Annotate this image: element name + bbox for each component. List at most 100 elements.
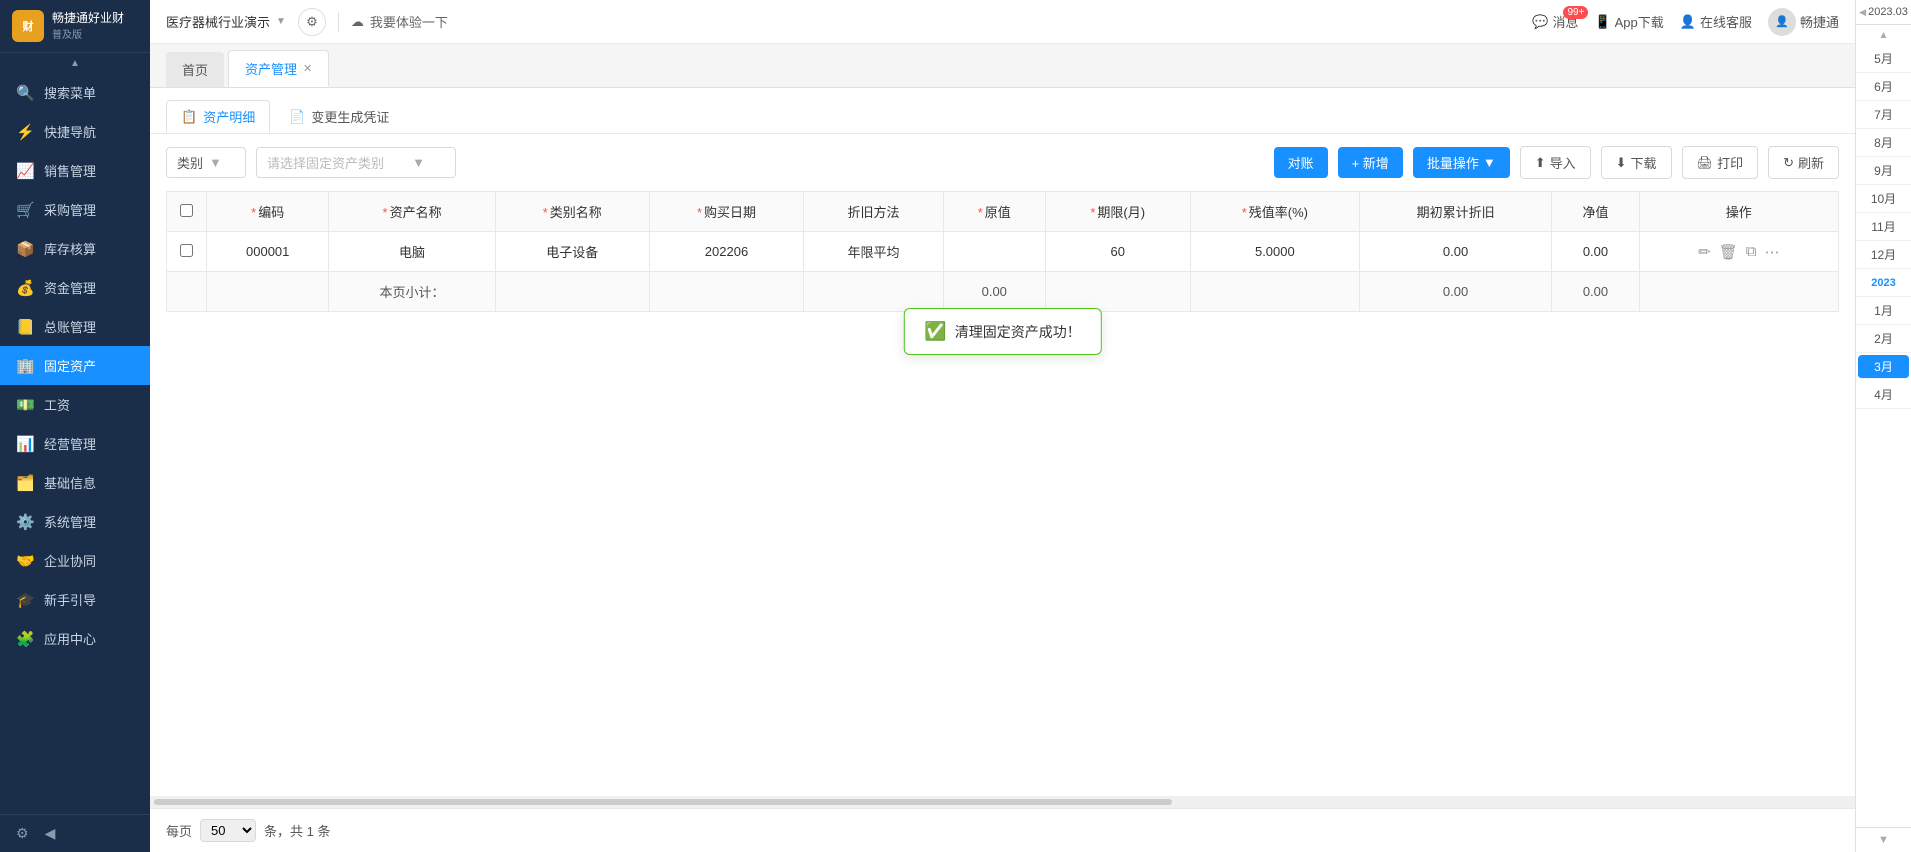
col-header-操作: 操作 [1639, 192, 1838, 232]
settings-icon[interactable]: ⚙ [16, 825, 29, 842]
tab-close-icon[interactable]: ✕ [303, 62, 312, 75]
calendar-month-12月[interactable]: 12月 [1856, 241, 1911, 269]
sidebar-nav: 🔍搜索菜单⚡快捷导航 📈 销售管理 🛒采购管理📦库存核算💰资金管理📒总账管理 🏢 固定资产… [0, 73, 150, 814]
sidebar-label-fixed: 固定资产 [44, 356, 96, 375]
sidebar-label-sales: 销售管理 [44, 161, 96, 180]
scrollbar-thumb [154, 799, 1172, 805]
collapse-icon[interactable]: ◀ [45, 825, 56, 842]
category-input[interactable]: 请选择固定资产类别 ▼ [256, 147, 456, 178]
search-icon: 🔍 [16, 84, 34, 102]
calendar-month-11月[interactable]: 11月 [1856, 213, 1911, 241]
import-button[interactable]: ⬆ 导入 [1520, 146, 1591, 179]
sidebar: 财 畅捷通好业财 普及版 ▲ 🔍搜索菜单⚡快捷导航📈销售管理🛒采购管理📦库存核算… [0, 0, 150, 852]
sidebar-item-payroll[interactable]: 💵工资 [0, 385, 150, 424]
sidebar-item-operations[interactable]: 📊经营管理 [0, 424, 150, 463]
sidebar-item-partner[interactable]: 🤝企业协同 [0, 541, 150, 580]
apps-icon: 🧩 [16, 630, 34, 648]
toolbar-left: 类别 ▼ 请选择固定资产类别 ▼ [166, 147, 456, 178]
calendar-month-2023[interactable]: 2023 [1856, 269, 1911, 297]
funds-icon: 💰 [16, 279, 34, 297]
batch-arrow-icon: ▼ [1483, 155, 1496, 170]
app-download-button[interactable]: 📱 App下载 [1594, 12, 1663, 31]
message-button[interactable]: 💬 消息 99+ [1532, 12, 1578, 31]
user-menu[interactable]: 👤 畅捷通 [1768, 8, 1839, 36]
calendar-month-5月[interactable]: 5月 [1856, 45, 1911, 73]
category-arrow-icon: ▼ [209, 155, 222, 170]
category-label: 类别 [177, 153, 203, 172]
batch-button[interactable]: 批量操作 ▼ [1413, 147, 1510, 178]
sales-icon: 📈 [16, 162, 34, 180]
fixed-icon: 🏢 [16, 357, 34, 375]
calendar-month-3月[interactable]: 3月 [1858, 355, 1909, 379]
col-header-期初累计折旧: 期初累计折旧 [1359, 192, 1552, 232]
sidebar-item-search[interactable]: 🔍搜索菜单 [0, 73, 150, 112]
download-button[interactable]: ⬇ 下载 [1601, 146, 1672, 179]
sidebar-item-fixed[interactable]: 🏢 固定资产 [0, 346, 150, 385]
calendar-month-1月[interactable]: 1月 [1856, 297, 1911, 325]
topbar-divider [338, 12, 339, 32]
calendar-header: ◀ 2023.03 [1856, 0, 1911, 25]
row-checkbox[interactable] [180, 244, 193, 257]
new-button[interactable]: + 新增 [1338, 147, 1403, 178]
calendar-scroll-up[interactable]: ▲ [1856, 25, 1911, 45]
calendar-month-8月[interactable]: 8月 [1856, 129, 1911, 157]
tab-label: 资产管理 [245, 59, 297, 78]
cloud-icon: ☁ [351, 14, 364, 30]
row-actions: ✏ 🗑 ⧉ ⋯ [1648, 243, 1830, 261]
select-all-checkbox[interactable] [180, 204, 193, 217]
delete-icon[interactable]: 🗑 [1719, 243, 1738, 261]
calendar-month-6月[interactable]: 6月 [1856, 73, 1911, 101]
sidebar-item-basic[interactable]: 🗂️基础信息 [0, 463, 150, 502]
download-icon-btn: ⬇ [1616, 155, 1627, 171]
sidebar-item-funds[interactable]: 💰资金管理 [0, 268, 150, 307]
col-header-折旧方法: 折旧方法 [804, 192, 944, 232]
sidebar-item-guide[interactable]: 🎓新手引导 [0, 580, 150, 619]
calendar-month-4月[interactable]: 4月 [1856, 381, 1911, 409]
online-service-button[interactable]: 👤 在线客服 [1680, 12, 1752, 31]
sub-tabs: 📋资产明细📄变更生成凭证 [150, 88, 1855, 134]
sidebar-item-purchase[interactable]: 🛒采购管理 [0, 190, 150, 229]
filter-placeholder: 请选择固定资产类别 [267, 153, 384, 172]
calendar-month-9月[interactable]: 9月 [1856, 157, 1911, 185]
edit-icon[interactable]: ✏ [1698, 243, 1711, 261]
settings-button[interactable]: ⚙ [298, 8, 326, 36]
sidebar-item-ledger[interactable]: 📒总账管理 [0, 307, 150, 346]
logo-text: 畅捷通好业财 [52, 11, 124, 27]
experience-button[interactable]: ☁ 我要体验一下 [351, 12, 448, 31]
sidebar-item-quicknav[interactable]: ⚡快捷导航 [0, 112, 150, 151]
sidebar-item-apps[interactable]: 🧩应用中心 [0, 619, 150, 658]
col-header-残值率(%): *残值率(%) [1190, 192, 1359, 232]
sidebar-scroll-up[interactable]: ▲ [0, 53, 150, 73]
sidebar-item-sales[interactable]: 📈 销售管理 [0, 151, 150, 190]
sub-tab-资产明细[interactable]: 📋资产明细 [166, 100, 270, 133]
sub-tab-变更生成凭证[interactable]: 📄变更生成凭证 [274, 100, 404, 133]
refresh-button[interactable]: ↻ 刷新 [1768, 146, 1839, 179]
calendar-panel: ◀ 2023.03 ▲ 5月6月7月8月9月10月11月12月20231月2月3… [1855, 0, 1911, 852]
tab-资产管理[interactable]: 资产管理 ✕ [228, 50, 329, 87]
download-icon: 📱 [1594, 14, 1610, 30]
basic-icon: 🗂️ [16, 474, 34, 492]
per-page-label: 每页 [166, 821, 192, 840]
category-filter[interactable]: 类别 ▼ [166, 147, 246, 178]
per-page-select[interactable]: 50 100 [200, 819, 256, 842]
message-icon: 💬 [1532, 14, 1548, 30]
calendar-month-10月[interactable]: 10月 [1856, 185, 1911, 213]
reconcile-button[interactable]: 对账 [1274, 147, 1328, 178]
more-icon[interactable]: ⋯ [1764, 243, 1779, 261]
copy-icon[interactable]: ⧉ [1746, 243, 1757, 260]
calendar-month-2月[interactable]: 2月 [1856, 325, 1911, 353]
tab-首页[interactable]: 首页 [166, 52, 224, 87]
sidebar-item-inventory[interactable]: 📦库存核算 [0, 229, 150, 268]
service-icon: 👤 [1680, 14, 1696, 30]
calendar-expand-icon[interactable]: ◀ [1859, 7, 1866, 18]
sidebar-bottom: ⚙ ◀ [0, 814, 150, 852]
assets-table: *编码*资产名称*类别名称*购买日期折旧方法*原值*期限(月)*残值率(%)期初… [166, 191, 1839, 312]
horizontal-scrollbar[interactable] [150, 796, 1855, 808]
calendar-scroll-down[interactable]: ▼ [1856, 827, 1911, 852]
company-selector[interactable]: 医疗器械行业演示 ▼ [166, 12, 286, 31]
print-button[interactable]: 🖨 打印 [1682, 146, 1759, 179]
sidebar-label-quicknav: 快捷导航 [44, 122, 96, 141]
sidebar-item-system[interactable]: ⚙️系统管理 [0, 502, 150, 541]
calendar-month-7月[interactable]: 7月 [1856, 101, 1911, 129]
print-icon: 🖨 [1697, 155, 1714, 171]
